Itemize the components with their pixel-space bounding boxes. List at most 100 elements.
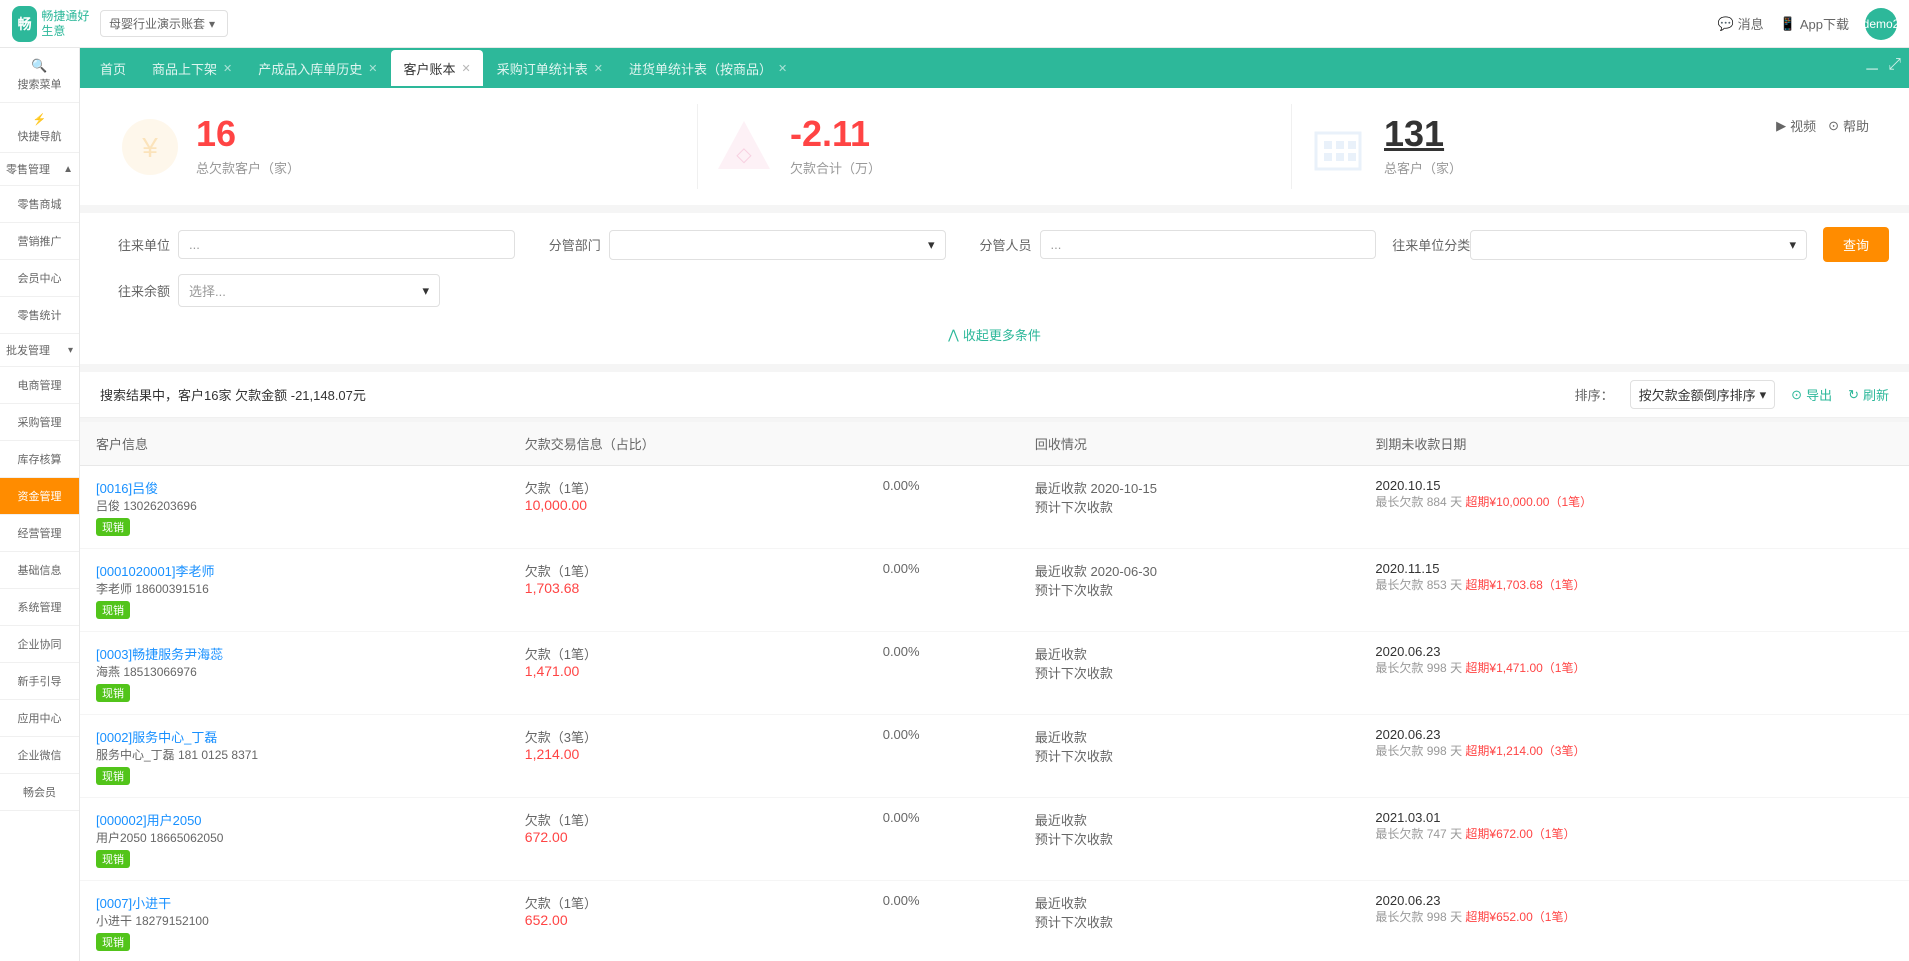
- customer-name-4[interactable]: [000002]用户2050: [96, 810, 493, 829]
- balance-select[interactable]: 选择... ▾: [178, 274, 440, 307]
- filter-unit-type: 往来单位分类 ▾: [1392, 230, 1807, 260]
- cell-due-date-2: 2020.06.23 最长欠款 998 天 超期¥1,471.00（1笔）: [1359, 632, 1909, 715]
- overdue-days-1: 最长欠款 853 天: [1375, 578, 1465, 592]
- col-collection: 回收情况: [1019, 422, 1360, 466]
- col-debt-info: 欠款交易信息（占比）: [509, 422, 867, 466]
- person-input[interactable]: ...: [1040, 230, 1377, 259]
- svg-text:◇: ◇: [736, 144, 752, 166]
- sidebar-item-vip[interactable]: 畅会员: [0, 774, 79, 811]
- sidebar-item-retail-mgmt[interactable]: 零售管理 ▲: [0, 153, 79, 186]
- sidebar-item-marketing[interactable]: 营销推广: [0, 223, 79, 260]
- sidebar-item-enterprise-collab[interactable]: 企业协同: [0, 626, 79, 663]
- tab-product-list-close[interactable]: ✕: [223, 62, 232, 75]
- sidebar-item-ecommerce[interactable]: 电商管理: [0, 367, 79, 404]
- overdue-amount-2[interactable]: 超期¥1,471.00（1笔）: [1465, 661, 1585, 675]
- sidebar-item-quick-nav[interactable]: ⚡ 快捷导航: [0, 103, 79, 153]
- overdue-amount-5[interactable]: 超期¥652.00（1笔）: [1465, 910, 1575, 924]
- customer-name-0[interactable]: [0016]吕俊: [96, 478, 493, 497]
- sidebar-item-wholesale-mgmt[interactable]: 批发管理 ▾: [0, 334, 79, 367]
- overdue-amount-3[interactable]: 超期¥1,214.00（3笔）: [1465, 744, 1585, 758]
- debt-amount-4[interactable]: 672.00: [525, 829, 851, 845]
- sidebar-item-enterprise-wechat[interactable]: 企业微信: [0, 737, 79, 774]
- help-button[interactable]: ⊙ 帮助: [1828, 116, 1869, 135]
- tab-product-list[interactable]: 商品上下架 ✕: [140, 50, 244, 86]
- stat-value-debt: -2.11: [790, 116, 881, 152]
- sidebar-item-finance[interactable]: 资金管理: [0, 478, 79, 515]
- tab-purchase-stats-product[interactable]: 进货单统计表（按商品） ✕: [617, 50, 799, 86]
- percent-5: 0.00%: [883, 893, 1003, 908]
- sidebar-item-retail-stats[interactable]: 零售统计: [0, 297, 79, 334]
- tab-purchase-history-label: 产成品入库单历史: [258, 59, 362, 78]
- purchase-label: 采购管理: [18, 414, 62, 430]
- tab-purchase-order-stats-close[interactable]: ✕: [594, 62, 603, 75]
- view-video-button[interactable]: ▶ 视频: [1776, 116, 1816, 135]
- debt-amount-0[interactable]: 10,000.00: [525, 497, 851, 513]
- stat-icon-money: ¥: [120, 117, 180, 177]
- marketing-label: 营销推广: [18, 233, 62, 249]
- tab-purchase-order-stats[interactable]: 采购订单统计表 ✕: [485, 50, 615, 86]
- person-label: 分管人员: [962, 235, 1032, 254]
- stat-card-debt: ◇ -2.11 欠款合计（万）: [698, 104, 1292, 189]
- tab-customer-ledger-close[interactable]: ✕: [462, 62, 471, 75]
- sort-select[interactable]: 按欠款金额倒序排序 ▾: [1630, 380, 1776, 409]
- debt-amount-1[interactable]: 1,703.68: [525, 580, 851, 596]
- sidebar-item-system[interactable]: 系统管理: [0, 589, 79, 626]
- sidebar-search[interactable]: 🔍 搜索菜单: [0, 48, 79, 103]
- sidebar-item-operations[interactable]: 经营管理: [0, 515, 79, 552]
- col-due-date: 到期未收款日期: [1359, 422, 1909, 466]
- export-button[interactable]: ⊙ 导出: [1791, 385, 1832, 404]
- balance-label: 往来余额: [100, 281, 170, 300]
- dept-select[interactable]: ▾: [609, 230, 946, 260]
- sidebar-item-app-center[interactable]: 应用中心: [0, 700, 79, 737]
- message-label: 消息: [1738, 14, 1764, 33]
- debt-amount-3[interactable]: 1,214.00: [525, 746, 851, 762]
- tab-purchase-stats-product-close[interactable]: ✕: [778, 62, 787, 75]
- customer-name-3[interactable]: [0002]服务中心_丁磊: [96, 727, 493, 746]
- table-row: [0003]畅捷服务尹海蕊 海燕 18513066976 现销 欠款（1笔） 1…: [80, 632, 1909, 715]
- collapse-button[interactable]: ⋀ 收起更多条件: [948, 325, 1041, 344]
- last-collect-2: 最近收款: [1035, 644, 1344, 663]
- store-selector[interactable]: 母婴行业演示账套 ▾: [100, 10, 228, 37]
- source-unit-label: 往来单位: [100, 235, 170, 254]
- tab-home-label: 首页: [100, 59, 126, 78]
- sidebar-item-purchase[interactable]: 采购管理: [0, 404, 79, 441]
- download-button[interactable]: 📱 App下载: [1780, 14, 1849, 33]
- nav-icon: ⚡: [33, 113, 47, 126]
- cell-debt-info-3: 欠款（3笔） 1,214.00: [509, 715, 867, 798]
- next-collect-4: 预计下次收款: [1035, 829, 1344, 848]
- sidebar-item-inventory[interactable]: 库存核算: [0, 441, 79, 478]
- tab-home[interactable]: 首页: [88, 50, 138, 86]
- overdue-days-4: 最长欠款 747 天: [1375, 827, 1465, 841]
- next-collect-5: 预计下次收款: [1035, 912, 1344, 931]
- collapse-label: 收起更多条件: [963, 325, 1041, 344]
- customer-name-1[interactable]: [0001020001]李老师: [96, 561, 493, 580]
- cell-collection-4: 最近收款 预计下次收款: [1019, 798, 1360, 881]
- sidebar-item-retail-mall[interactable]: 零售商城: [0, 186, 79, 223]
- tab-purchase-history[interactable]: 产成品入库单历史 ✕: [246, 50, 389, 86]
- tab-minimize-icon[interactable]: －: [1864, 56, 1880, 80]
- overdue-amount-0[interactable]: 超期¥10,000.00（1笔）: [1465, 495, 1592, 509]
- customer-name-2[interactable]: [0003]畅捷服务尹海蕊: [96, 644, 493, 663]
- tab-customer-ledger[interactable]: 客户账本 ✕: [391, 50, 482, 86]
- sidebar-item-beginner[interactable]: 新手引导: [0, 663, 79, 700]
- overdue-amount-1[interactable]: 超期¥1,703.68（1笔）: [1465, 578, 1585, 592]
- debt-amount-5[interactable]: 652.00: [525, 912, 851, 928]
- debt-amount-2[interactable]: 1,471.00: [525, 663, 851, 679]
- sidebar-item-member[interactable]: 会员中心: [0, 260, 79, 297]
- message-button[interactable]: 💬 消息: [1717, 14, 1763, 33]
- customer-phone-0: 吕俊 13026203696: [96, 497, 493, 514]
- avatar: demo2: [1865, 8, 1897, 40]
- overdue-amount-4[interactable]: 超期¥672.00（1笔）: [1465, 827, 1575, 841]
- due-date-1: 2020.11.15: [1375, 561, 1893, 576]
- user-profile-button[interactable]: demo2: [1865, 8, 1897, 40]
- refresh-button[interactable]: ↻ 刷新: [1848, 385, 1889, 404]
- search-button[interactable]: 查询: [1823, 227, 1889, 262]
- source-unit-input[interactable]: ...: [178, 230, 515, 259]
- unit-type-select[interactable]: ▾: [1470, 230, 1807, 260]
- tab-maximize-icon[interactable]: ⤢: [1888, 56, 1901, 80]
- cell-percent-3: 0.00%: [867, 715, 1019, 798]
- tab-purchase-history-close[interactable]: ✕: [368, 62, 377, 75]
- customer-name-5[interactable]: [0007]小进干: [96, 893, 493, 912]
- sidebar-item-basic-info[interactable]: 基础信息: [0, 552, 79, 589]
- table-row: [0001020001]李老师 李老师 18600391516 现销 欠款（1笔…: [80, 549, 1909, 632]
